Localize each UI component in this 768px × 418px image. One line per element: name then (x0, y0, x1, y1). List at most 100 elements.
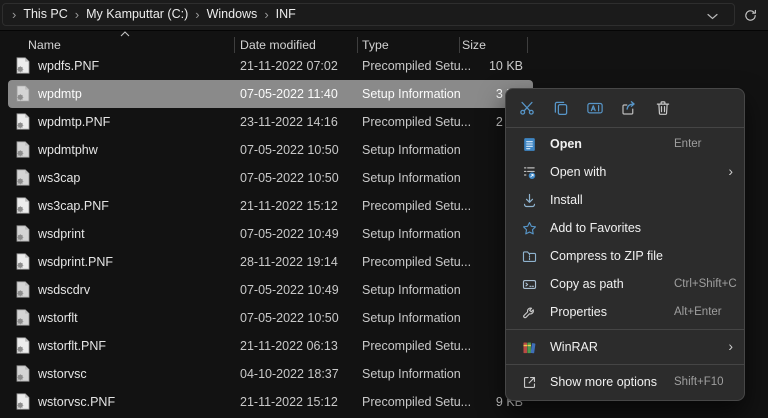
menu-item-label: Open (550, 130, 582, 158)
chevron-down-icon (707, 13, 718, 20)
menu-item-label: Open with (550, 158, 606, 186)
menu-item-show-more-options[interactable]: Show more options Shift+F10 (506, 368, 744, 396)
menu-item-open[interactable]: Open Enter (506, 130, 744, 158)
explorer-topbar: ›This PC›My Kamputtar (C:)›Windows›INF (0, 0, 768, 31)
breadcrumb-item[interactable]: This PC (23, 4, 67, 25)
column-header-size[interactable]: Size (462, 37, 486, 53)
setup-file-icon (16, 309, 30, 326)
menu-item-label: Add to Favorites (550, 214, 641, 242)
breadcrumb-item[interactable]: My Kamputtar (C:) (86, 4, 188, 25)
file-row[interactable]: wstorflt.PNF 21-11-2022 06:13 Precompile… (8, 332, 533, 360)
copy-path-box-icon (520, 275, 538, 293)
file-name: ws3cap (38, 164, 80, 192)
breadcrumb: ›This PC›My Kamputtar (C:)›Windows›INF (5, 4, 296, 25)
file-date-modified: 28-11-2022 19:14 (240, 248, 338, 276)
breadcrumb-chevron-icon: › (264, 4, 268, 25)
column-header-date-modified[interactable]: Date modified (240, 37, 316, 53)
file-row[interactable]: wpdmtphw 07-05-2022 10:50 Setup Informat… (8, 136, 533, 164)
file-row[interactable]: wstorflt 07-05-2022 10:50 Setup Informat… (8, 304, 533, 332)
menu-item-label: Copy as path (550, 270, 624, 298)
column-header-type[interactable]: Type (362, 37, 389, 53)
file-name: wstorflt.PNF (38, 332, 106, 360)
menu-item-winrar[interactable]: WinRAR › (506, 333, 744, 361)
breadcrumb-chevron-icon: › (195, 4, 199, 25)
menu-item-install[interactable]: Install (506, 186, 744, 214)
file-row[interactable]: wsdprint.PNF 28-11-2022 19:14 Precompile… (8, 248, 533, 276)
file-type: Setup Information (362, 220, 461, 248)
copy-pages-icon (552, 99, 570, 117)
submenu-chevron-icon: › (728, 158, 733, 185)
refresh-button[interactable] (741, 6, 759, 24)
menu-item-compress-to-zip[interactable]: Compress to ZIP file (506, 242, 744, 270)
file-row[interactable]: ws3cap.PNF 21-11-2022 15:12 Precompiled … (8, 192, 533, 220)
file-type: Precompiled Setu... (362, 332, 471, 360)
rename-a-box-icon (586, 99, 604, 117)
menu-item-open-with[interactable]: Open with › (506, 158, 744, 186)
file-list: wpdfs.PNF 21-11-2022 07:02 Precompiled S… (0, 52, 535, 416)
menu-item-label: Show more options (550, 368, 657, 396)
menu-item-properties[interactable]: Properties Alt+Enter (506, 298, 744, 326)
file-name: wpdmtphw (38, 136, 98, 164)
rename-button[interactable] (578, 93, 612, 123)
zip-folder-icon (520, 247, 538, 265)
file-type: Setup Information (362, 360, 461, 388)
share-button[interactable] (612, 93, 646, 123)
column-header-name[interactable]: Name (28, 37, 61, 53)
cut-scissors-icon (518, 99, 536, 117)
file-name: wsdscdrv (38, 276, 90, 304)
setup-file-icon (16, 253, 30, 270)
file-name: wsdprint.PNF (38, 248, 113, 276)
setup-file-icon (16, 337, 30, 354)
menu-item-label: Install (550, 186, 583, 214)
setup-file-icon (16, 141, 30, 158)
file-row[interactable]: wsdprint 07-05-2022 10:49 Setup Informat… (8, 220, 533, 248)
breadcrumb-item[interactable]: INF (276, 4, 296, 25)
column-divider[interactable] (357, 37, 358, 53)
column-divider[interactable] (459, 37, 460, 53)
file-type: Setup Information (362, 80, 461, 108)
file-row[interactable]: wpdmtp.PNF 23-11-2022 14:16 Precompiled … (8, 108, 533, 136)
file-type: Precompiled Setu... (362, 388, 471, 416)
address-dropdown-button[interactable] (704, 8, 720, 24)
column-divider[interactable] (234, 37, 235, 53)
install-download-icon (520, 191, 538, 209)
menu-item-label: Properties (550, 298, 607, 326)
file-date-modified: 04-10-2022 18:37 (240, 360, 339, 388)
file-name: wstorflt (38, 304, 78, 332)
file-name: wpdmtp (38, 80, 82, 108)
file-type: Precompiled Setu... (362, 248, 471, 276)
file-size: 10 KB (489, 52, 523, 80)
menu-item-add-to-favorites[interactable]: Add to Favorites (506, 214, 744, 242)
refresh-icon (743, 8, 758, 23)
copy-button[interactable] (544, 93, 578, 123)
menu-item-shortcut: Alt+Enter (674, 298, 722, 326)
address-bar[interactable]: ›This PC›My Kamputtar (C:)›Windows›INF (2, 3, 735, 26)
delete-button[interactable] (646, 93, 680, 123)
share-arrow-icon (620, 99, 638, 117)
file-row[interactable]: wstorvsc 04-10-2022 18:37 Setup Informat… (8, 360, 533, 388)
file-date-modified: 23-11-2022 14:16 (240, 108, 338, 136)
menu-item-shortcut: Shift+F10 (674, 368, 724, 396)
favorites-star-icon (520, 219, 538, 237)
file-type: Setup Information (362, 164, 461, 192)
file-row[interactable]: wstorvsc.PNF 21-11-2022 15:12 Precompile… (8, 388, 533, 416)
file-date-modified: 07-05-2022 10:49 (240, 276, 339, 304)
breadcrumb-item[interactable]: Windows (207, 4, 258, 25)
file-date-modified: 07-05-2022 10:50 (240, 304, 339, 332)
file-row[interactable]: wpdmtp 07-05-2022 11:40 Setup Informatio… (8, 80, 533, 108)
file-row[interactable]: wsdscdrv 07-05-2022 10:49 Setup Informat… (8, 276, 533, 304)
menu-item-copy-as-path[interactable]: Copy as path Ctrl+Shift+C (506, 270, 744, 298)
file-type: Precompiled Setu... (362, 108, 471, 136)
file-row[interactable]: ws3cap 07-05-2022 10:50 Setup Informatio… (8, 164, 533, 192)
setup-file-icon (16, 281, 30, 298)
setup-file-icon (16, 197, 30, 214)
cut-button[interactable] (510, 93, 544, 123)
column-divider[interactable] (527, 37, 528, 53)
menu-item-label: Compress to ZIP file (550, 242, 663, 270)
sort-ascending-icon (120, 31, 130, 37)
file-row[interactable]: wpdfs.PNF 21-11-2022 07:02 Precompiled S… (8, 52, 533, 80)
file-name: wpdfs.PNF (38, 52, 99, 80)
quick-actions-row (506, 89, 744, 127)
setup-file-icon (16, 85, 30, 102)
file-type: Precompiled Setu... (362, 52, 471, 80)
